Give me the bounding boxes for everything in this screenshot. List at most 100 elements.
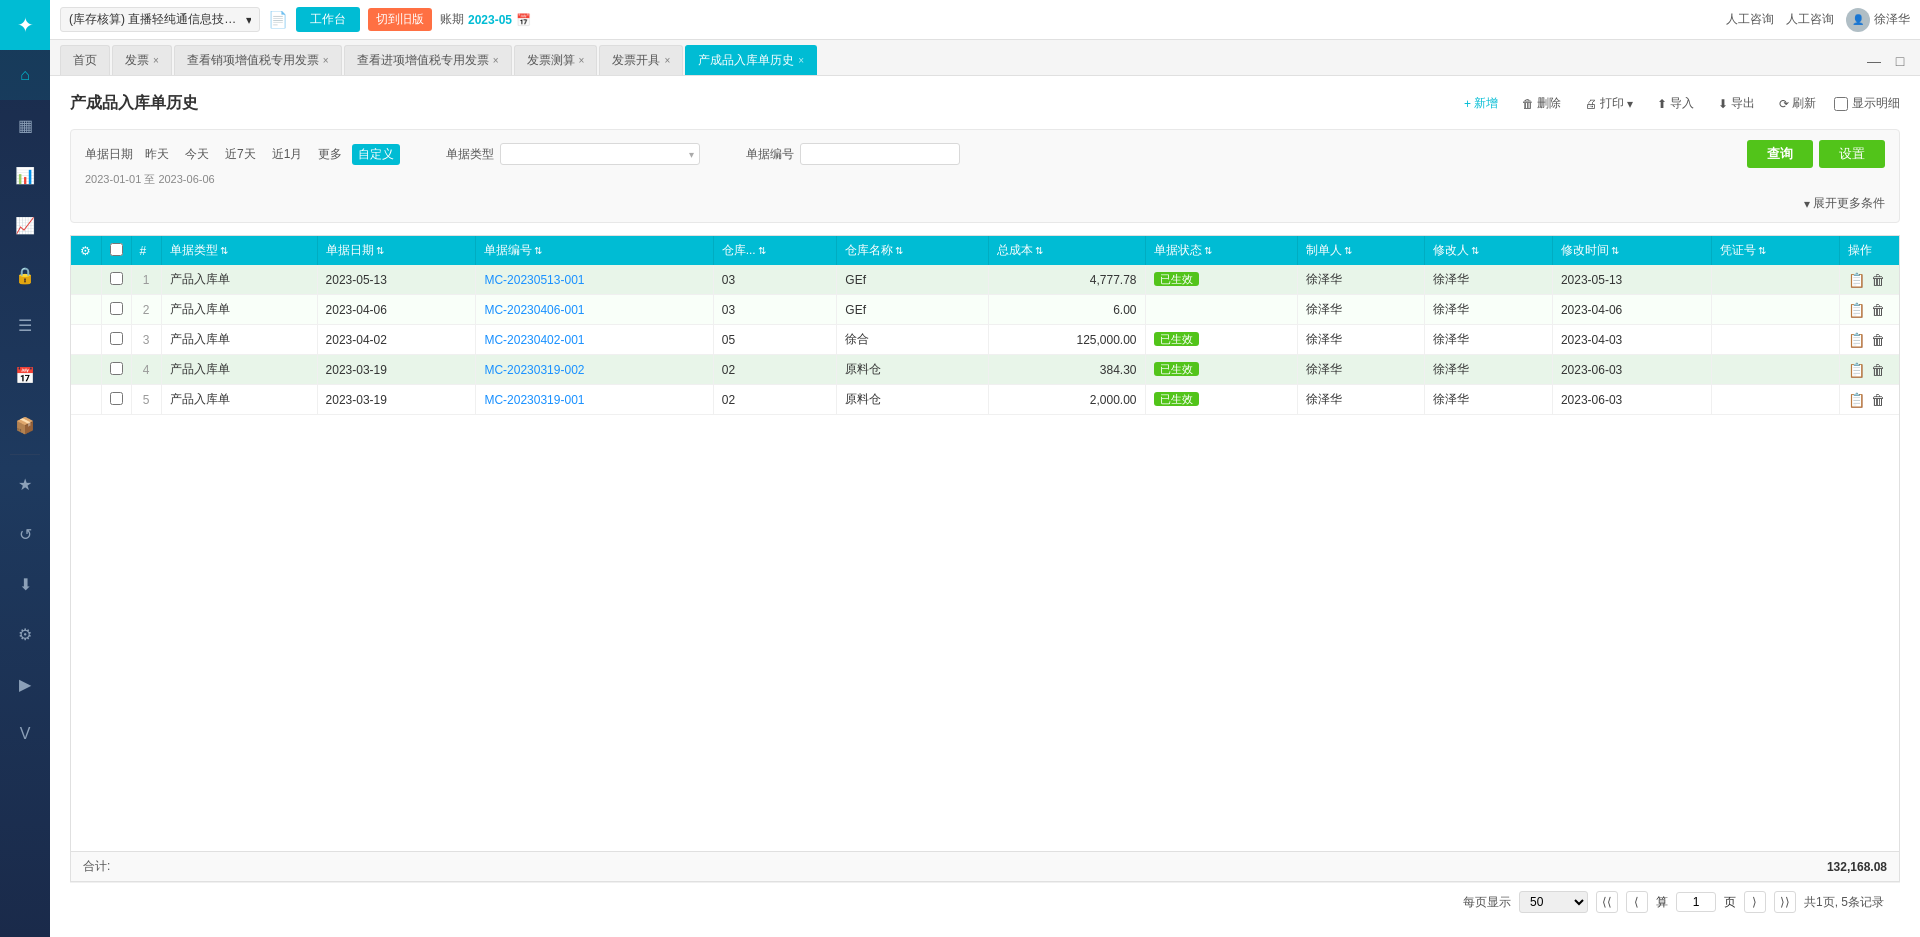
- row-checkbox-0[interactable]: [110, 272, 123, 285]
- quick-btn-today[interactable]: 今天: [179, 144, 215, 165]
- prev-page-button[interactable]: ⟨: [1626, 891, 1648, 913]
- sidebar-item-settings[interactable]: ⚙: [0, 609, 50, 659]
- td-checkbox[interactable]: [101, 295, 131, 325]
- minimize-button[interactable]: —: [1864, 51, 1884, 71]
- tab-invoice-issue-close[interactable]: ×: [664, 55, 670, 66]
- td-number[interactable]: MC-20230406-001: [476, 295, 713, 325]
- td-checkbox[interactable]: [101, 265, 131, 295]
- tab-home[interactable]: 首页: [60, 45, 110, 75]
- th-number[interactable]: 单据编号⇅: [476, 236, 713, 265]
- edit-icon-0[interactable]: 📋: [1848, 272, 1865, 288]
- quick-btn-custom[interactable]: 自定义: [352, 144, 400, 165]
- filter-type-select[interactable]: [500, 143, 700, 165]
- delete-icon-0[interactable]: 🗑: [1871, 272, 1885, 288]
- setting-button[interactable]: 设置: [1819, 140, 1885, 168]
- th-modify-time[interactable]: 修改时间⇅: [1552, 236, 1711, 265]
- th-warehouse-code[interactable]: 仓库...⇅: [713, 236, 837, 265]
- record-link-4[interactable]: MC-20230319-001: [484, 393, 584, 407]
- sidebar-item-inventory[interactable]: 📦: [0, 400, 50, 450]
- td-number[interactable]: MC-20230319-002: [476, 355, 713, 385]
- tab-product-history[interactable]: 产成品入库单历史 ×: [685, 45, 817, 75]
- th-modifier[interactable]: 修改人⇅: [1425, 236, 1553, 265]
- sidebar-item-analytics[interactable]: 📈: [0, 200, 50, 250]
- th-creator[interactable]: 制单人⇅: [1297, 236, 1425, 265]
- export-button[interactable]: ⬇ 导出: [1712, 92, 1761, 115]
- sidebar-item-play[interactable]: ▶: [0, 659, 50, 709]
- record-link-3[interactable]: MC-20230319-002: [484, 363, 584, 377]
- quick-btn-7days[interactable]: 近7天: [219, 144, 262, 165]
- delete-icon-2[interactable]: 🗑: [1871, 332, 1885, 348]
- switch-old-button[interactable]: 切到旧版: [368, 8, 432, 31]
- row-checkbox-3[interactable]: [110, 362, 123, 375]
- company-selector[interactable]: (库存核算) 直播轻纯通信息技术股份... ▾: [60, 7, 260, 32]
- tab-check-output-close[interactable]: ×: [323, 55, 329, 66]
- th-date[interactable]: 单据日期⇅: [317, 236, 476, 265]
- support-btn[interactable]: 人工咨询: [1726, 11, 1774, 28]
- select-all-checkbox[interactable]: [110, 243, 123, 256]
- sidebar-item-home[interactable]: ⌂: [0, 50, 50, 100]
- th-status[interactable]: 单据状态⇅: [1145, 236, 1297, 265]
- tab-invoice-calc-close[interactable]: ×: [579, 55, 585, 66]
- th-warehouse-name[interactable]: 仓库名称⇅: [837, 236, 989, 265]
- next-page-button[interactable]: ⟩: [1744, 891, 1766, 913]
- print-button[interactable]: 🖨 打印 ▾: [1579, 92, 1639, 115]
- quick-btn-1month[interactable]: 近1月: [266, 144, 309, 165]
- th-total-cost[interactable]: 总成本⇅: [989, 236, 1145, 265]
- tab-check-output[interactable]: 查看销项增值税专用发票 ×: [174, 45, 342, 75]
- sidebar-item-calendar[interactable]: 📅: [0, 350, 50, 400]
- tab-check-input[interactable]: 查看进项增值税专用发票 ×: [344, 45, 512, 75]
- period-calendar-icon[interactable]: 📅: [516, 13, 531, 27]
- tab-invoice-close[interactable]: ×: [153, 55, 159, 66]
- workbench-button[interactable]: 工作台: [296, 7, 360, 32]
- tab-invoice-issue[interactable]: 发票开具 ×: [599, 45, 683, 75]
- td-number[interactable]: MC-20230319-001: [476, 385, 713, 415]
- th-checkbox[interactable]: [101, 236, 131, 265]
- sidebar-item-cycle[interactable]: ↺: [0, 509, 50, 559]
- tab-check-input-close[interactable]: ×: [493, 55, 499, 66]
- td-checkbox[interactable]: [101, 385, 131, 415]
- record-link-1[interactable]: MC-20230406-001: [484, 303, 584, 317]
- sidebar-item-list[interactable]: ☰: [0, 300, 50, 350]
- th-settings[interactable]: ⚙: [71, 236, 101, 265]
- page-number-input[interactable]: [1676, 892, 1716, 912]
- expand-filter-button[interactable]: ▾ 展开更多条件: [1804, 195, 1885, 212]
- quick-btn-yesterday[interactable]: 昨天: [139, 144, 175, 165]
- sidebar-item-grid[interactable]: ▦: [0, 100, 50, 150]
- support-label[interactable]: 人工咨询: [1786, 11, 1834, 28]
- sidebar-item-chart[interactable]: 📊: [0, 150, 50, 200]
- sidebar-item-v[interactable]: V: [0, 709, 50, 759]
- import-button[interactable]: ⬆ 导入: [1651, 92, 1700, 115]
- filter-number-input[interactable]: [800, 143, 960, 165]
- delete-icon-4[interactable]: 🗑: [1871, 392, 1885, 408]
- page-size-select[interactable]: 20 50 100: [1519, 891, 1588, 913]
- display-cols-toggle[interactable]: 显示明细: [1834, 95, 1900, 112]
- edit-icon-2[interactable]: 📋: [1848, 332, 1865, 348]
- edit-icon-1[interactable]: 📋: [1848, 302, 1865, 318]
- tab-product-history-close[interactable]: ×: [798, 55, 804, 66]
- td-checkbox[interactable]: [101, 355, 131, 385]
- td-number[interactable]: MC-20230513-001: [476, 265, 713, 295]
- td-checkbox[interactable]: [101, 325, 131, 355]
- tab-invoice[interactable]: 发票 ×: [112, 45, 172, 75]
- record-link-0[interactable]: MC-20230513-001: [484, 273, 584, 287]
- last-page-button[interactable]: ⟩⟩: [1774, 891, 1796, 913]
- delete-icon-3[interactable]: 🗑: [1871, 362, 1885, 378]
- row-checkbox-4[interactable]: [110, 392, 123, 405]
- refresh-button[interactable]: ⟳ 刷新: [1773, 92, 1822, 115]
- td-number[interactable]: MC-20230402-001: [476, 325, 713, 355]
- display-cols-checkbox[interactable]: [1834, 97, 1848, 111]
- edit-icon-4[interactable]: 📋: [1848, 392, 1865, 408]
- edit-icon-3[interactable]: 📋: [1848, 362, 1865, 378]
- quick-btn-more[interactable]: 更多: [312, 144, 348, 165]
- query-button[interactable]: 查询: [1747, 140, 1813, 168]
- sidebar-item-download[interactable]: ⬇: [0, 559, 50, 609]
- delete-button[interactable]: 🗑 删除: [1516, 92, 1567, 115]
- user-name[interactable]: 徐泽华: [1874, 11, 1910, 28]
- row-checkbox-2[interactable]: [110, 332, 123, 345]
- sidebar-item-lock[interactable]: 🔒: [0, 250, 50, 300]
- first-page-button[interactable]: ⟨⟨: [1596, 891, 1618, 913]
- new-button[interactable]: + 新增: [1458, 92, 1504, 115]
- maximize-button[interactable]: □: [1890, 51, 1910, 71]
- tab-invoice-calc[interactable]: 发票测算 ×: [514, 45, 598, 75]
- th-type[interactable]: 单据类型⇅: [161, 236, 317, 265]
